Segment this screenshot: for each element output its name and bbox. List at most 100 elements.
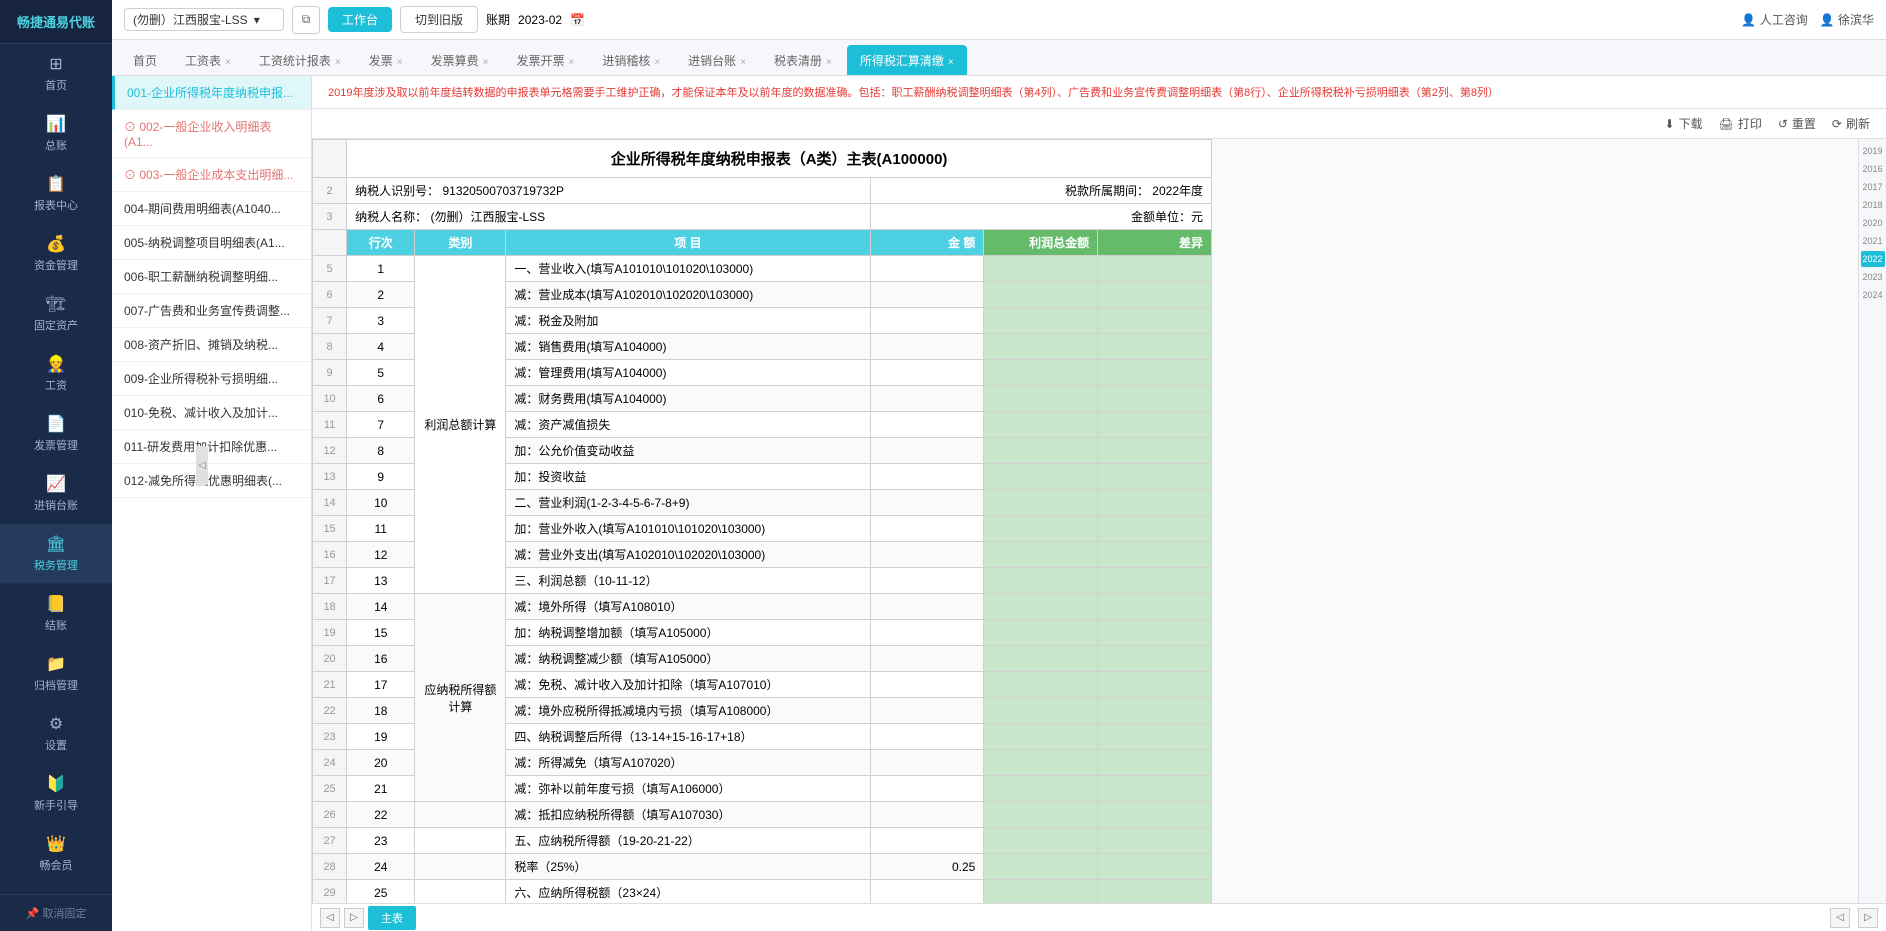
tab-purchase-audit[interactable]: 进销稽核× [589, 45, 673, 75]
spreadsheet-wrapper: 企业所得税年度纳税申报表（A类）主表(A100000) 2 纳税人识别号： 91… [312, 139, 1886, 903]
sheet-nav-next[interactable]: ▷ [344, 908, 364, 928]
sheet-nav-prev[interactable]: ◁ [320, 908, 340, 928]
amount-cell[interactable] [870, 256, 984, 282]
spreadsheet-main[interactable]: 企业所得税年度纳税申报表（A类）主表(A100000) 2 纳税人识别号： 91… [312, 139, 1858, 903]
tab-close-payroll-stats[interactable]: × [335, 57, 341, 68]
table-row: 29 25 六、应纳所得税额（23×24） [313, 880, 1212, 904]
sidebar-item-report-center[interactable]: 📋 报表中心 [0, 164, 112, 224]
year-2018[interactable]: 2018 [1860, 197, 1884, 213]
print-button[interactable]: 🖨 打印 [1719, 115, 1762, 132]
year-2023[interactable]: 2023 [1860, 269, 1884, 285]
sidebar-item-purchase-sales[interactable]: 📈 进销台账 [0, 464, 112, 524]
scroll-right[interactable]: ▷ [1858, 908, 1878, 928]
header-difference: 差异 [1098, 230, 1212, 256]
line-num-cell: 1 [347, 256, 415, 282]
tab-invoice-calc[interactable]: 发票算费× [418, 45, 502, 75]
pin-button[interactable]: 📌 取消固定 [0, 894, 112, 931]
tab-home[interactable]: 首页 [120, 45, 170, 75]
tab-invoice[interactable]: 发票× [356, 45, 416, 75]
left-nav-item-002[interactable]: ⊙ 002-一般企业收入明细表(A1... [112, 110, 311, 158]
tab-payroll[interactable]: 工资表× [172, 45, 244, 75]
tab-income-tax[interactable]: 所得税汇算清缴× [847, 45, 967, 75]
year-2020[interactable]: 2020 [1860, 215, 1884, 231]
year-2024[interactable]: 2024 [1860, 287, 1884, 303]
tab-close-income-tax[interactable]: × [948, 57, 954, 68]
guide-icon: 🔰 [46, 774, 66, 794]
tab-close-purchase-ledger[interactable]: × [740, 57, 746, 68]
tab-purchase-ledger[interactable]: 进销台账× [675, 45, 759, 75]
sidebar-item-label: 结账 [45, 617, 67, 633]
sidebar-item-fund-mgmt[interactable]: 💰 资金管理 [0, 224, 112, 284]
sidebar-item-archive[interactable]: 📁 归档管理 [0, 644, 112, 704]
profit-cell[interactable] [984, 256, 1098, 282]
year-2017[interactable]: 2017 [1860, 179, 1884, 195]
left-nav-item-007[interactable]: 007-广告费和业务宣传费调整... [112, 294, 311, 328]
sidebar-item-member[interactable]: 👑 畅会员 [0, 824, 112, 884]
tax-table: 企业所得税年度纳税申报表（A类）主表(A100000) 2 纳税人识别号： 91… [312, 139, 1212, 903]
reset-button[interactable]: ↺ 重置 [1778, 115, 1816, 132]
year-2019[interactable]: 2019 [1860, 143, 1884, 159]
pin-label: 取消固定 [42, 908, 86, 920]
tab-close-invoice-calc[interactable]: × [483, 57, 489, 68]
year-2016[interactable]: 2016 [1860, 161, 1884, 177]
left-nav-item-005[interactable]: 005-纳税调整项目明细表(A1... [112, 226, 311, 260]
warning-bar: 2019年度涉及取以前年度结转数据的申报表单元格需要手工维护正确，才能保证本年及… [312, 76, 1886, 109]
tab-close-invoice[interactable]: × [397, 57, 403, 68]
sidebar-item-label: 税务管理 [34, 557, 78, 573]
sheet-tab-main[interactable]: 主表 [368, 906, 416, 930]
download-button[interactable]: ⬇ 下载 [1665, 115, 1703, 132]
sidebar-item-invoice-mgmt[interactable]: 📄 发票管理 [0, 404, 112, 464]
year-timeline: 2019 2016 2017 2018 2020 2021 2022 2023 … [1858, 139, 1886, 903]
company-selector[interactable]: (勿删）江西服宝-LSS ▾ [124, 8, 284, 31]
year-2022[interactable]: 2022 [1861, 251, 1885, 267]
sidebar-item-home[interactable]: ⊞ 首页 [0, 44, 112, 104]
tab-close-invoice-open[interactable]: × [568, 57, 574, 68]
sidebar-item-ledger[interactable]: 📊 总账 [0, 104, 112, 164]
spreadsheet-area: 企业所得税年度纳税申报表（A类）主表(A100000) 2 纳税人识别号： 91… [312, 139, 1886, 931]
work-area-button[interactable]: 工作台 [328, 7, 392, 32]
sidebar-item-fixed-assets[interactable]: 🏗 固定资产 [0, 284, 112, 344]
left-nav-item-004[interactable]: 004-期间费用明细表(A1040... [112, 192, 311, 226]
left-panel-collapse-btn[interactable]: ◁ [196, 446, 208, 486]
tab-close-purchase-audit[interactable]: × [654, 57, 660, 68]
header-linenum: 行次 [347, 230, 415, 256]
tab-close-payroll[interactable]: × [225, 57, 231, 68]
calendar-icon[interactable]: 📅 [570, 13, 585, 27]
copy-icon-btn[interactable]: ⧉ [292, 6, 320, 34]
sidebar-item-settings[interactable]: ⚙ 设置 [0, 704, 112, 764]
left-nav-item-003[interactable]: ⊙ 003-一般企业成本支出明细... [112, 158, 311, 192]
left-nav-item-011[interactable]: 011-研发费用加计扣除优惠... [112, 430, 311, 464]
left-nav-item-009[interactable]: 009-企业所得税补亏损明细... [112, 362, 311, 396]
left-nav-item-006[interactable]: 006-职工薪酬纳税调整明细... [112, 260, 311, 294]
sidebar-item-label: 归档管理 [34, 677, 78, 693]
sidebar-item-payroll[interactable]: 👷 工资 [0, 344, 112, 404]
settings-icon: ⚙ [49, 714, 63, 734]
tab-invoice-open[interactable]: 发票开票× [503, 45, 587, 75]
year-2021[interactable]: 2021 [1860, 233, 1884, 249]
refresh-button[interactable]: ⟳ 刷新 [1832, 115, 1870, 132]
currency-cell: 金额单位：元 [870, 204, 1211, 230]
close-account-icon: 📒 [46, 594, 66, 614]
diff-cell[interactable] [1098, 256, 1212, 282]
sidebar-item-tax-mgmt[interactable]: 🏛 税务管理 [0, 524, 112, 584]
left-nav-item-008[interactable]: 008-资产折旧、摊销及纳税... [112, 328, 311, 362]
table-row: 5 1 利润总额计算 一、营业收入(填写A101010\101020\10300… [313, 256, 1212, 282]
row-num-cell [313, 140, 347, 178]
sidebar-item-label: 畅会员 [40, 857, 73, 873]
sidebar-item-label: 新手引导 [34, 797, 78, 813]
tab-payroll-stats[interactable]: 工资统计报表× [246, 45, 354, 75]
header-item: 项 目 [506, 230, 870, 256]
tab-tax-list[interactable]: 税表清册× [761, 45, 845, 75]
switch-old-button[interactable]: 切到旧版 [400, 6, 478, 33]
period-label: 账期 [486, 11, 510, 28]
scroll-left[interactable]: ◁ [1830, 908, 1850, 928]
ai-consult-btn[interactable]: 👤 人工咨询 [1741, 11, 1807, 28]
sidebar-item-close-account[interactable]: 📒 结账 [0, 584, 112, 644]
left-nav-item-012[interactable]: 012-减免所得税优惠明细表(... [112, 464, 311, 498]
user-avatar[interactable]: 👤 徐滨华 [1820, 11, 1874, 28]
tab-close-tax-list[interactable]: × [826, 57, 832, 68]
download-icon: ⬇ [1665, 117, 1675, 131]
left-nav-item-001[interactable]: 001-企业所得税年度纳税申报... [112, 76, 311, 110]
sidebar-item-guide[interactable]: 🔰 新手引导 [0, 764, 112, 824]
left-nav-item-010[interactable]: 010-免税、减计收入及加计... [112, 396, 311, 430]
